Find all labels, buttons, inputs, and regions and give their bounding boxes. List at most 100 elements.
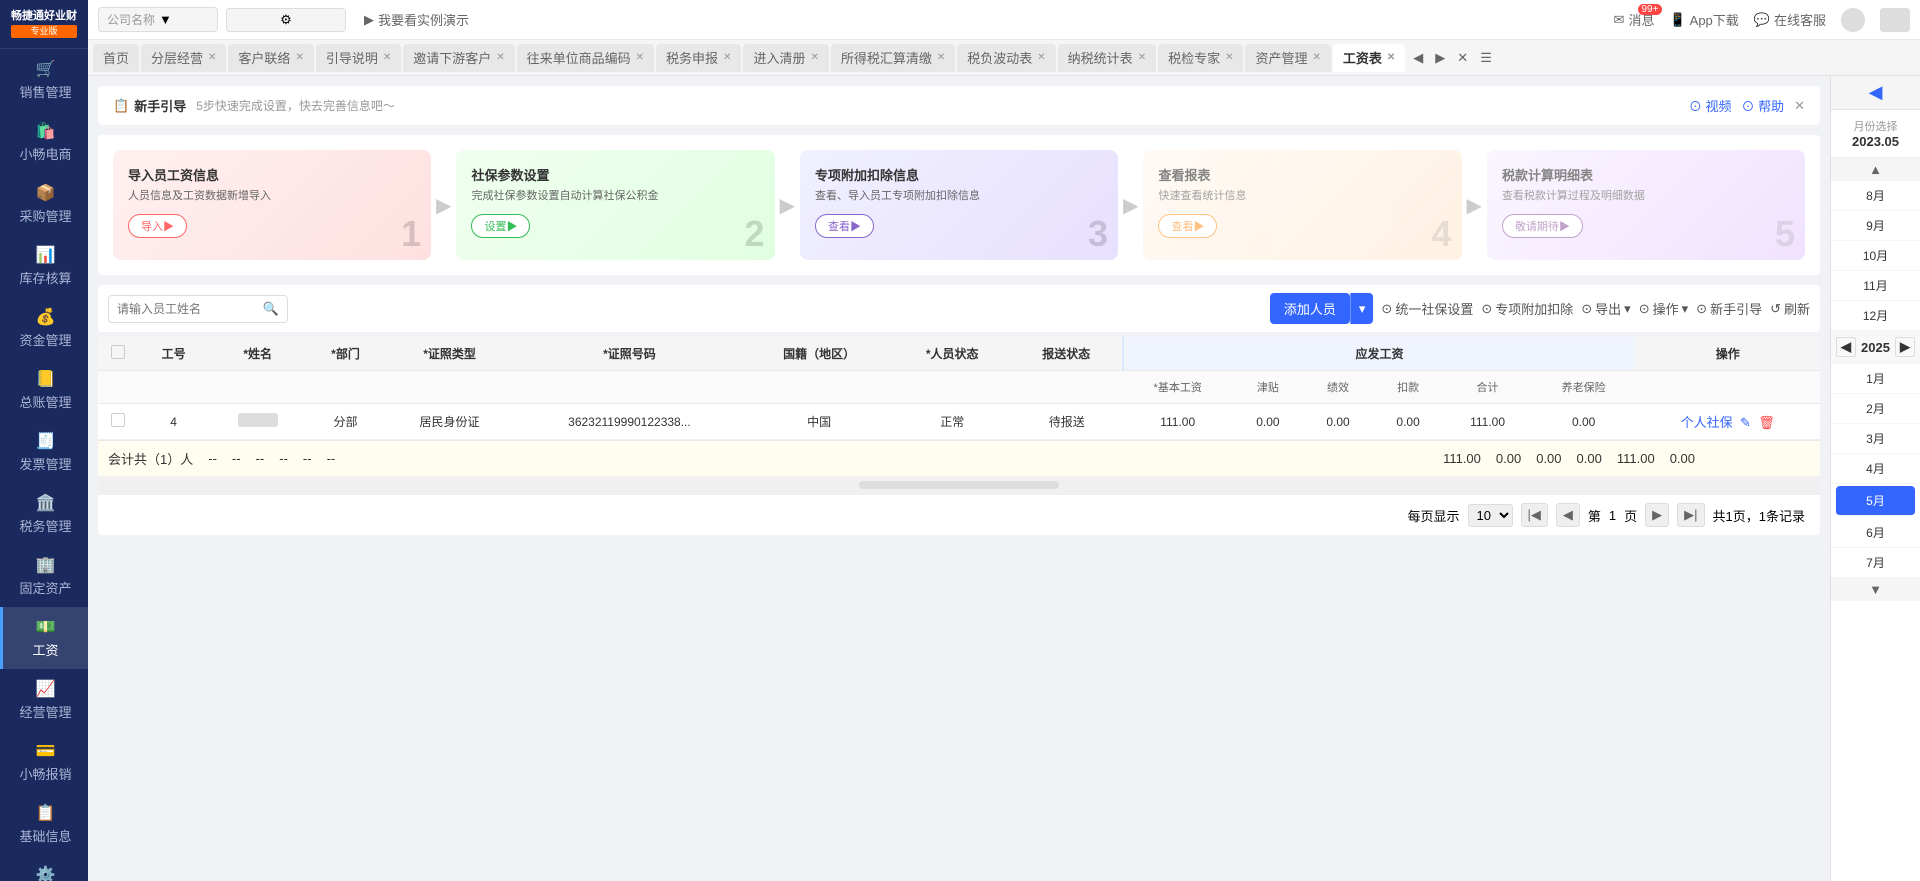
month-11[interactable]: 11月 <box>1831 271 1920 301</box>
tab-tax-report[interactable]: 税务申报 ✕ <box>656 44 741 72</box>
tab-division[interactable]: 分层经营 ✕ <box>141 44 226 72</box>
demo-link[interactable]: ▶ 我要看实例演示 <box>364 10 469 29</box>
month-2[interactable]: 2月 <box>1831 394 1920 424</box>
sidebar-item-sales[interactable]: 🛒 销售管理 <box>0 49 88 111</box>
month-4[interactable]: 4月 <box>1831 454 1920 484</box>
tab-next-btn[interactable]: ▶ <box>1429 46 1451 70</box>
step-3-btn[interactable]: 查看▶ <box>815 214 874 238</box>
step-5-btn[interactable]: 敬请期待▶ <box>1502 214 1583 238</box>
sidebar-item-tax[interactable]: 🏛️ 税务管理 <box>0 483 88 545</box>
month-7[interactable]: 7月 <box>1831 548 1920 578</box>
sidebar-item-operation[interactable]: 📈 经营管理 <box>0 669 88 731</box>
tab-goods-code[interactable]: 往来单位商品编码 ✕ <box>517 44 654 72</box>
tab-asset-mgmt[interactable]: 资产管理 ✕ <box>1245 44 1330 72</box>
select-all-checkbox[interactable] <box>111 345 125 359</box>
sidebar-item-basic[interactable]: 📋 基础信息 <box>0 793 88 855</box>
horizontal-scrollbar[interactable] <box>98 476 1820 494</box>
month-8[interactable]: 8月 <box>1831 181 1920 211</box>
month-1[interactable]: 1月 <box>1831 364 1920 394</box>
step-1-btn[interactable]: 导入▶ <box>128 214 187 238</box>
export-btn[interactable]: ⊙ 导出 ▾ <box>1581 299 1630 318</box>
tab-intro[interactable]: 引导说明 ✕ <box>316 44 401 72</box>
online-service-btn[interactable]: 💬 在线客服 <box>1754 10 1826 29</box>
special-deduction-btn[interactable]: ⊙ 专项附加扣除 <box>1481 299 1573 318</box>
next-page-btn[interactable]: ▶ <box>1645 503 1669 527</box>
panel-collapse-btn[interactable]: ◀ <box>1869 82 1883 103</box>
tab-close-intro[interactable]: ✕ <box>383 52 391 63</box>
search-input[interactable] <box>117 302 258 316</box>
month-nav-down[interactable]: ▼ <box>1831 578 1920 601</box>
tab-close-tax-relief[interactable]: ✕ <box>1037 52 1045 63</box>
tab-home[interactable]: 首页 <box>93 44 139 72</box>
tab-tax-expert[interactable]: 税检专家 ✕ <box>1158 44 1243 72</box>
sidebar-item-system[interactable]: ⚙️ 系统管理 <box>0 855 88 881</box>
last-page-btn[interactable]: ▶| <box>1677 503 1704 527</box>
tab-customer[interactable]: 客户联络 ✕ <box>228 44 313 72</box>
message-button[interactable]: ✉ 消息 99+ <box>1614 10 1655 29</box>
sidebar-item-marketing[interactable]: 💳 小畅报销 <box>0 731 88 793</box>
month-3[interactable]: 3月 <box>1831 424 1920 454</box>
user-avatar[interactable] <box>1841 8 1865 32</box>
sidebar-item-assets[interactable]: 🏢 固定资产 <box>0 545 88 607</box>
social-settings-btn[interactable]: ⊙ 统一社保设置 <box>1381 299 1473 318</box>
add-person-btn[interactable]: 添加人员 <box>1270 293 1350 324</box>
op-delete-btn[interactable]: 🗑 <box>1758 415 1775 430</box>
op-social-insurance[interactable]: 个人社保 <box>1681 415 1733 430</box>
step-2-btn[interactable]: 设置▶ <box>471 214 530 238</box>
tab-close-tax-calc[interactable]: ✕ <box>937 52 945 63</box>
tab-salary-table[interactable]: 工资表 ✕ <box>1333 44 1405 72</box>
month-6[interactable]: 6月 <box>1831 518 1920 548</box>
tab-close-goods-code[interactable]: ✕ <box>636 52 644 63</box>
guide-help-link[interactable]: ⊙ 帮助 <box>1741 96 1784 115</box>
year-prev-btn[interactable]: ◀ <box>1836 337 1856 357</box>
new-guide-btn[interactable]: ⊙ 新手引导 <box>1696 299 1762 318</box>
month-12[interactable]: 12月 <box>1831 301 1920 331</box>
sidebar-item-invoice[interactable]: 🧾 发票管理 <box>0 421 88 483</box>
sidebar-item-salary[interactable]: 💵 工资 <box>0 607 88 669</box>
tab-tax-calc[interactable]: 所得税汇算清缴 ✕ <box>831 44 955 72</box>
col-id-num: *证照号码 <box>514 337 745 371</box>
tab-tax-relief[interactable]: 税负波动表 ✕ <box>957 44 1055 72</box>
tab-close-all-btn[interactable]: ✕ <box>1451 46 1474 70</box>
prev-page-btn[interactable]: ◀ <box>1556 503 1580 527</box>
first-page-btn[interactable]: |◀ <box>1521 503 1548 527</box>
row-checkbox[interactable] <box>111 413 125 427</box>
settings-btn[interactable]: ⚙ <box>226 8 346 32</box>
month-nav-up[interactable]: ▲ <box>1831 158 1920 181</box>
month-9[interactable]: 9月 <box>1831 211 1920 241</box>
operations-btn[interactable]: ⊙ 操作 ▾ <box>1639 299 1688 318</box>
tab-more-btn[interactable]: ☰ <box>1474 46 1498 70</box>
sidebar-item-ecommerce[interactable]: 🛍️ 小畅电商 <box>0 111 88 173</box>
tab-close-invite[interactable]: ✕ <box>496 52 504 63</box>
per-page-select[interactable]: 10 20 50 <box>1468 504 1513 527</box>
step-4-btn[interactable]: 查看▶ <box>1158 214 1217 238</box>
month-5[interactable]: 5月 <box>1836 486 1915 516</box>
op-edit-btn[interactable]: ✎ <box>1740 415 1751 430</box>
guide-close-btn[interactable]: ✕ <box>1794 98 1805 114</box>
tab-clearance[interactable]: 进入清册 ✕ <box>743 44 828 72</box>
tab-close-asset-mgmt[interactable]: ✕ <box>1313 52 1321 63</box>
search-box[interactable]: 🔍 <box>108 295 288 323</box>
sidebar-item-finance[interactable]: 💰 资金管理 <box>0 297 88 359</box>
year-next-btn[interactable]: ▶ <box>1895 337 1915 357</box>
tab-close-customer[interactable]: ✕ <box>295 52 303 63</box>
refresh-btn[interactable]: ↺ 刷新 <box>1770 299 1810 318</box>
sidebar-item-ledger[interactable]: 📒 总账管理 <box>0 359 88 421</box>
month-10[interactable]: 10月 <box>1831 241 1920 271</box>
tab-close-clearance[interactable]: ✕ <box>810 52 818 63</box>
tab-close-salary-table[interactable]: ✕ <box>1387 52 1395 63</box>
tab-close-division[interactable]: ✕ <box>208 52 216 63</box>
sidebar-item-inventory[interactable]: 📊 库存核算 <box>0 235 88 297</box>
tab-close-tax-report[interactable]: ✕ <box>723 52 731 63</box>
tab-invite[interactable]: 邀请下游客户 ✕ <box>403 44 514 72</box>
guide-video-link[interactable]: ⊙ 视频 <box>1689 96 1732 115</box>
company-selector[interactable]: 公司名称 ▼ <box>98 7 218 32</box>
tab-close-tax-expert[interactable]: ✕ <box>1225 52 1233 63</box>
scrollbar-thumb[interactable] <box>859 481 1059 489</box>
add-person-dropdown-btn[interactable]: ▾ <box>1350 293 1374 324</box>
app-download-btn[interactable]: 📱 App下载 <box>1669 10 1738 29</box>
tab-tax-stats[interactable]: 纳税统计表 ✕ <box>1058 44 1156 72</box>
tab-prev-btn[interactable]: ◀ <box>1407 46 1429 70</box>
tab-close-tax-stats[interactable]: ✕ <box>1138 52 1146 63</box>
sidebar-item-purchase[interactable]: 📦 采购管理 <box>0 173 88 235</box>
